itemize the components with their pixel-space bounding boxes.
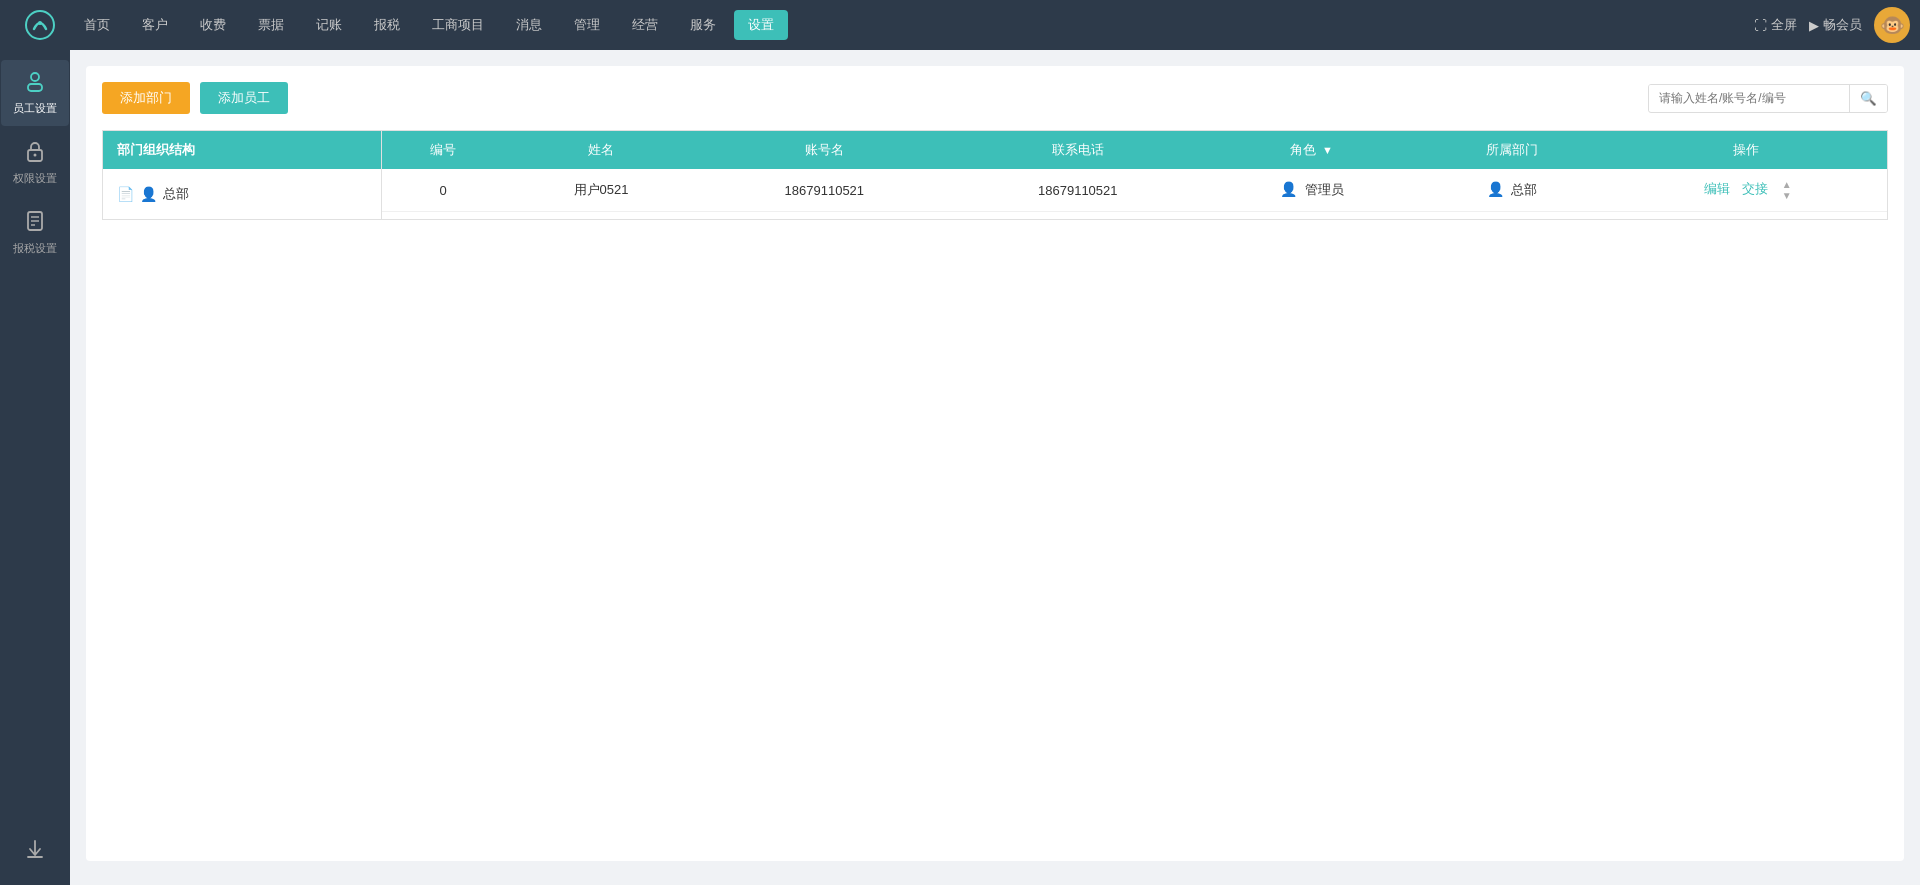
nav-home[interactable]: 首页 xyxy=(70,10,124,40)
search-icon: 🔍 xyxy=(1860,91,1877,106)
dept-tree-body: 📄 👤 总部 xyxy=(103,169,381,219)
employee-table: 编号 姓名 账号名 联系电话 角色 ▼ 所属部门 操作 xyxy=(382,131,1887,212)
dept-user-icon: 👤 xyxy=(140,186,157,202)
dept-node-name: 总部 xyxy=(163,185,189,203)
table-header-row: 编号 姓名 账号名 联系电话 角色 ▼ 所属部门 操作 xyxy=(382,131,1887,169)
avatar[interactable]: 🐵 xyxy=(1874,7,1910,43)
employee-icon xyxy=(24,70,46,97)
sidebar-label-employee: 员工设置 xyxy=(13,101,57,116)
col-header-role[interactable]: 角色 ▼ xyxy=(1205,131,1420,169)
sidebar-item-taxsettings[interactable]: 报税设置 xyxy=(1,200,69,266)
fullscreen-btn[interactable]: ⛶ 全屏 xyxy=(1754,16,1797,34)
svg-point-5 xyxy=(34,154,37,157)
cell-dept: 👤 总部 xyxy=(1419,169,1605,212)
logo xyxy=(10,9,70,41)
search-box: 🔍 xyxy=(1648,84,1888,113)
sidebar-item-download[interactable] xyxy=(1,828,69,875)
col-header-phone: 联系电话 xyxy=(951,131,1204,169)
svg-point-2 xyxy=(31,73,39,81)
nav-bookkeeping[interactable]: 记账 xyxy=(302,10,356,40)
search-button[interactable]: 🔍 xyxy=(1849,85,1887,112)
sidebar-item-permission[interactable]: 权限设置 xyxy=(1,130,69,196)
transfer-button[interactable]: 交接 xyxy=(1738,180,1772,198)
nav-customer[interactable]: 客户 xyxy=(128,10,182,40)
nav-message[interactable]: 消息 xyxy=(502,10,556,40)
search-input[interactable] xyxy=(1649,85,1849,111)
fullscreen-icon: ⛶ xyxy=(1754,18,1767,33)
member-label: 畅会员 xyxy=(1823,16,1862,34)
sidebar-item-employee[interactable]: 员工设置 xyxy=(1,60,69,126)
add-dept-button[interactable]: 添加部门 xyxy=(102,82,190,114)
nav-tax[interactable]: 报税 xyxy=(360,10,414,40)
svg-point-1 xyxy=(38,21,42,25)
lock-icon xyxy=(25,140,45,167)
col-header-dept: 所属部门 xyxy=(1419,131,1605,169)
nav-menu: 首页 客户 收费 票据 记账 报税 工商项目 消息 管理 经营 服务 设置 xyxy=(70,10,1754,40)
dept-tree-header: 部门组织结构 xyxy=(103,131,381,169)
role-user-icon: 👤 xyxy=(1280,181,1297,197)
nav-service[interactable]: 服务 xyxy=(676,10,730,40)
nav-fee[interactable]: 收费 xyxy=(186,10,240,40)
table-row: 0 用户0521 18679110521 18679110521 👤 管理员 👤… xyxy=(382,169,1887,212)
svg-rect-3 xyxy=(28,84,42,91)
top-nav: 首页 客户 收费 票据 记账 报税 工商项目 消息 管理 经营 服务 设置 ⛶ … xyxy=(0,0,1920,50)
nav-settings[interactable]: 设置 xyxy=(734,10,788,40)
file-icon: 📄 xyxy=(117,186,134,202)
cell-account: 18679110521 xyxy=(698,169,951,212)
sidebar-label-permission: 权限设置 xyxy=(13,171,57,186)
fullscreen-label: 全屏 xyxy=(1771,16,1797,34)
sidebar: 员工设置 权限设置 报税设置 xyxy=(0,50,70,885)
filter-icon: ▼ xyxy=(1322,144,1333,156)
dept-user-icon-table: 👤 xyxy=(1487,181,1504,197)
nav-manage[interactable]: 管理 xyxy=(560,10,614,40)
employee-table-wrapper: 编号 姓名 账号名 联系电话 角色 ▼ 所属部门 操作 xyxy=(382,130,1888,220)
cell-actions: 编辑 交接 ▲ ▼ xyxy=(1605,169,1887,212)
scroll-down-icon[interactable]: ▼ xyxy=(1782,190,1792,201)
member-btn[interactable]: ▶ 畅会员 xyxy=(1809,16,1862,34)
cell-role: 👤 管理员 xyxy=(1205,169,1420,212)
nav-right: ⛶ 全屏 ▶ 畅会员 🐵 xyxy=(1754,7,1910,43)
cell-name: 用户0521 xyxy=(504,169,697,212)
member-icon: ▶ xyxy=(1809,18,1819,33)
cell-id: 0 xyxy=(382,169,504,212)
col-header-actions: 操作 xyxy=(1605,131,1887,169)
dept-tree: 部门组织结构 📄 👤 总部 xyxy=(102,130,382,220)
nav-invoice[interactable]: 票据 xyxy=(244,10,298,40)
dept-label: 总部 xyxy=(1511,182,1537,197)
nav-operation[interactable]: 经营 xyxy=(618,10,672,40)
nav-business[interactable]: 工商项目 xyxy=(418,10,498,40)
download-icon xyxy=(25,838,45,865)
add-emp-button[interactable]: 添加员工 xyxy=(200,82,288,114)
col-header-name: 姓名 xyxy=(504,131,697,169)
report-icon xyxy=(25,210,45,237)
scroll-up-icon[interactable]: ▲ xyxy=(1782,179,1792,190)
role-label: 管理员 xyxy=(1305,182,1344,197)
col-header-id: 编号 xyxy=(382,131,504,169)
body-layout: 部门组织结构 📄 👤 总部 编号 姓名 账号名 xyxy=(102,130,1888,220)
cell-phone: 18679110521 xyxy=(951,169,1204,212)
sidebar-label-taxsettings: 报税设置 xyxy=(13,241,57,256)
dept-node-headquarter[interactable]: 📄 👤 总部 xyxy=(113,179,371,209)
edit-button[interactable]: 编辑 xyxy=(1700,180,1734,198)
col-header-account: 账号名 xyxy=(698,131,951,169)
main-content: 添加部门 添加员工 🔍 部门组织结构 📄 👤 总部 xyxy=(70,50,1920,885)
toolbar: 添加部门 添加员工 🔍 xyxy=(102,82,1888,114)
content-area: 添加部门 添加员工 🔍 部门组织结构 📄 👤 总部 xyxy=(86,66,1904,861)
